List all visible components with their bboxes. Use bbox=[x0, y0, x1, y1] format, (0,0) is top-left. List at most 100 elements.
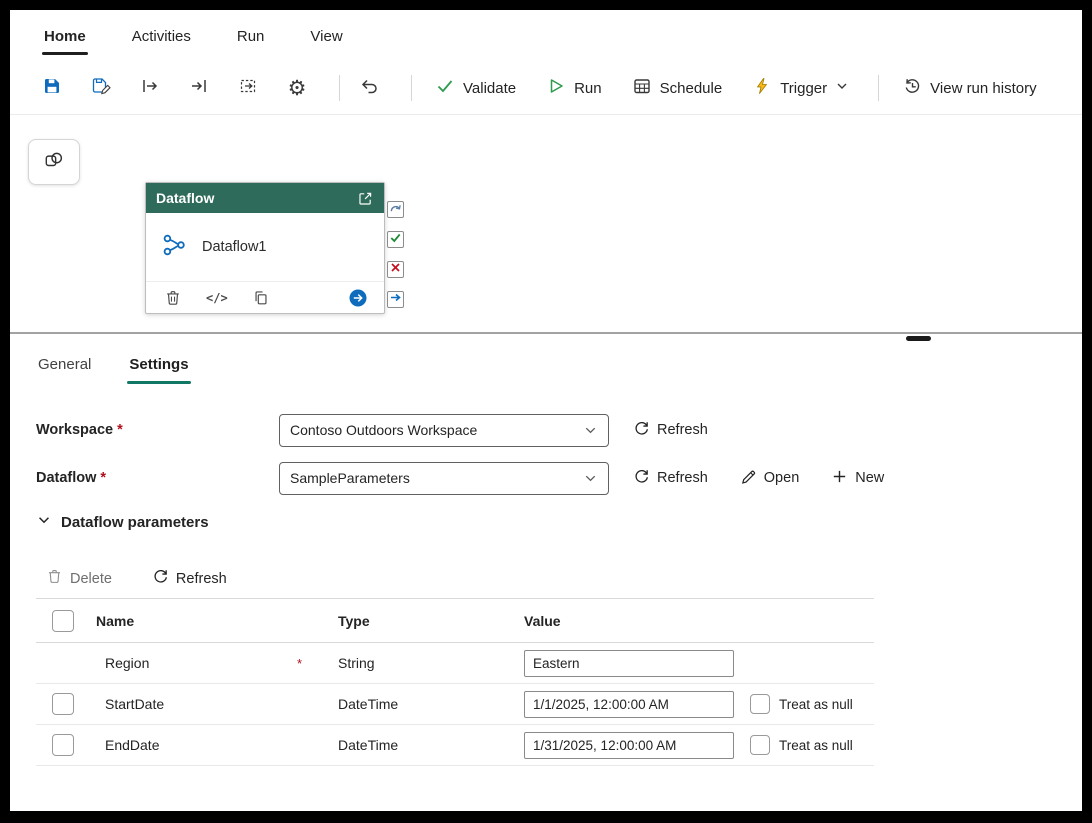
dataflow-new-label: New bbox=[855, 470, 885, 486]
tab-settings[interactable]: Settings bbox=[127, 354, 191, 384]
activity-name: Dataflow1 bbox=[202, 239, 267, 255]
menu-tab-view[interactable]: View bbox=[308, 24, 344, 49]
schedule-button[interactable]: Schedule bbox=[620, 70, 735, 106]
trigger-button[interactable]: Trigger bbox=[740, 70, 861, 106]
dataflow-open-label: Open bbox=[763, 470, 800, 486]
code-view-icon[interactable]: </> bbox=[206, 291, 228, 305]
pipeline-editor-window: Home Activities Run View ⚙ Validate Run … bbox=[10, 10, 1082, 811]
parameters-delete-label: Delete bbox=[70, 570, 112, 587]
workspace-dropdown[interactable]: Contoso Outdoors Workspace bbox=[279, 413, 609, 447]
row-select-checkbox[interactable] bbox=[52, 734, 74, 756]
dataflow-dropdown[interactable]: SampleParameters bbox=[279, 461, 609, 495]
required-asterisk: * bbox=[100, 470, 107, 486]
chevron-down-icon bbox=[835, 79, 849, 97]
success-check-icon bbox=[389, 231, 402, 249]
workspace-refresh-button[interactable]: Refresh bbox=[629, 416, 712, 445]
arrow-from-bar-button[interactable] bbox=[132, 70, 168, 106]
table-row: Region * String bbox=[36, 643, 874, 684]
menu-tab-run[interactable]: Run bbox=[235, 24, 267, 49]
refresh-icon bbox=[633, 420, 650, 441]
menu-tab-activities[interactable]: Activities bbox=[130, 24, 193, 49]
on-fail-port[interactable] bbox=[387, 261, 404, 278]
skip-arrow-icon bbox=[389, 201, 402, 219]
treat-as-null-label: Treat as null bbox=[779, 696, 853, 712]
param-value-input[interactable] bbox=[524, 690, 734, 718]
undo-icon bbox=[359, 76, 379, 100]
parameters-refresh-label: Refresh bbox=[175, 570, 227, 587]
validate-button[interactable]: Validate bbox=[423, 70, 528, 106]
refresh-icon bbox=[152, 568, 169, 589]
required-asterisk: * bbox=[296, 655, 302, 671]
arrow-to-bar-button[interactable] bbox=[181, 70, 217, 106]
row-select-checkbox[interactable] bbox=[52, 693, 74, 715]
parameters-table: Name Type Value Region * String Sta bbox=[36, 598, 874, 766]
settings-gear-button[interactable]: ⚙ bbox=[279, 70, 315, 106]
next-step-arrow-icon[interactable] bbox=[349, 289, 367, 307]
param-name: Region bbox=[105, 655, 150, 671]
parameters-delete-button[interactable]: Delete bbox=[42, 564, 116, 593]
parameters-refresh-button[interactable]: Refresh bbox=[148, 564, 231, 593]
run-play-icon bbox=[546, 76, 566, 100]
activities-float-button[interactable] bbox=[28, 139, 80, 185]
dataflow-branch-icon bbox=[162, 233, 188, 262]
refresh-icon bbox=[633, 468, 650, 489]
validate-label: Validate bbox=[463, 79, 517, 97]
chevron-down-icon bbox=[583, 423, 598, 438]
fail-x-icon bbox=[389, 261, 402, 279]
run-label: Run bbox=[574, 79, 602, 97]
arrow-from-bar-icon bbox=[140, 76, 160, 100]
param-type: String bbox=[338, 655, 375, 671]
fit-view-button[interactable] bbox=[230, 70, 266, 106]
plus-icon bbox=[831, 468, 848, 489]
parameters-toolbar: Delete Refresh bbox=[42, 564, 231, 593]
toolbar-separator bbox=[411, 75, 412, 101]
param-value-input[interactable] bbox=[524, 649, 734, 677]
column-header-value: Value bbox=[524, 612, 561, 629]
chevron-down-icon bbox=[583, 471, 598, 486]
menubar: Home Activities Run View bbox=[10, 10, 1082, 62]
menu-tab-home[interactable]: Home bbox=[42, 24, 88, 55]
treat-as-null-checkbox[interactable] bbox=[750, 694, 770, 714]
copy-activity-icon[interactable] bbox=[252, 289, 270, 307]
workspace-row: Workspace * Contoso Outdoors Workspace Re… bbox=[10, 412, 712, 448]
undo-button[interactable] bbox=[351, 70, 387, 106]
treat-as-null-checkbox[interactable] bbox=[750, 735, 770, 755]
save-icon bbox=[42, 76, 62, 100]
run-button[interactable]: Run bbox=[534, 70, 614, 106]
dataflow-row: Dataflow* SampleParameters Refresh Open bbox=[10, 460, 888, 496]
workspace-refresh-label: Refresh bbox=[657, 422, 708, 438]
dataflow-refresh-button[interactable]: Refresh bbox=[629, 464, 712, 493]
dataflow-new-button[interactable]: New bbox=[827, 464, 888, 493]
save-button[interactable] bbox=[34, 70, 70, 106]
dataflow-shape-icon bbox=[43, 149, 65, 176]
on-completion-port[interactable] bbox=[387, 291, 404, 308]
fit-view-icon bbox=[238, 76, 258, 100]
validate-check-icon bbox=[435, 76, 455, 100]
workspace-label: Workspace * bbox=[10, 422, 279, 438]
completion-arrow-icon bbox=[389, 291, 402, 309]
tab-general[interactable]: General bbox=[36, 354, 93, 384]
horizontal-scrollbar-thumb[interactable] bbox=[906, 336, 931, 341]
param-value-input[interactable] bbox=[524, 731, 734, 759]
delete-activity-icon[interactable] bbox=[164, 289, 182, 307]
toolbar-separator bbox=[339, 75, 340, 101]
save-as-button[interactable] bbox=[83, 70, 119, 106]
on-skip-port[interactable] bbox=[387, 201, 404, 218]
dataflow-activity-card[interactable]: Dataflow Dataflow1 </> bbox=[145, 182, 385, 314]
select-all-checkbox[interactable] bbox=[52, 609, 74, 632]
dataflow-open-button[interactable]: Open bbox=[736, 464, 803, 493]
view-run-history-button[interactable]: View run history bbox=[890, 70, 1048, 106]
schedule-label: Schedule bbox=[659, 79, 723, 97]
arrow-to-bar-icon bbox=[189, 76, 209, 100]
activity-card-header: Dataflow bbox=[146, 183, 384, 213]
dataflow-parameters-section-toggle[interactable]: Dataflow parameters bbox=[36, 512, 209, 533]
dataflow-parameters-title: Dataflow parameters bbox=[61, 514, 209, 531]
pipeline-canvas[interactable]: Dataflow Dataflow1 </> bbox=[10, 114, 1082, 334]
open-in-new-icon[interactable] bbox=[357, 190, 374, 207]
table-row: StartDate DateTime Treat as null bbox=[36, 684, 874, 725]
activity-config-panel: General Settings Workspace * Contoso Outd… bbox=[10, 334, 1082, 811]
on-success-port[interactable] bbox=[387, 231, 404, 248]
config-tabs: General Settings bbox=[36, 354, 191, 384]
param-name: StartDate bbox=[105, 696, 165, 712]
dataflow-label: Dataflow * bbox=[10, 470, 279, 486]
